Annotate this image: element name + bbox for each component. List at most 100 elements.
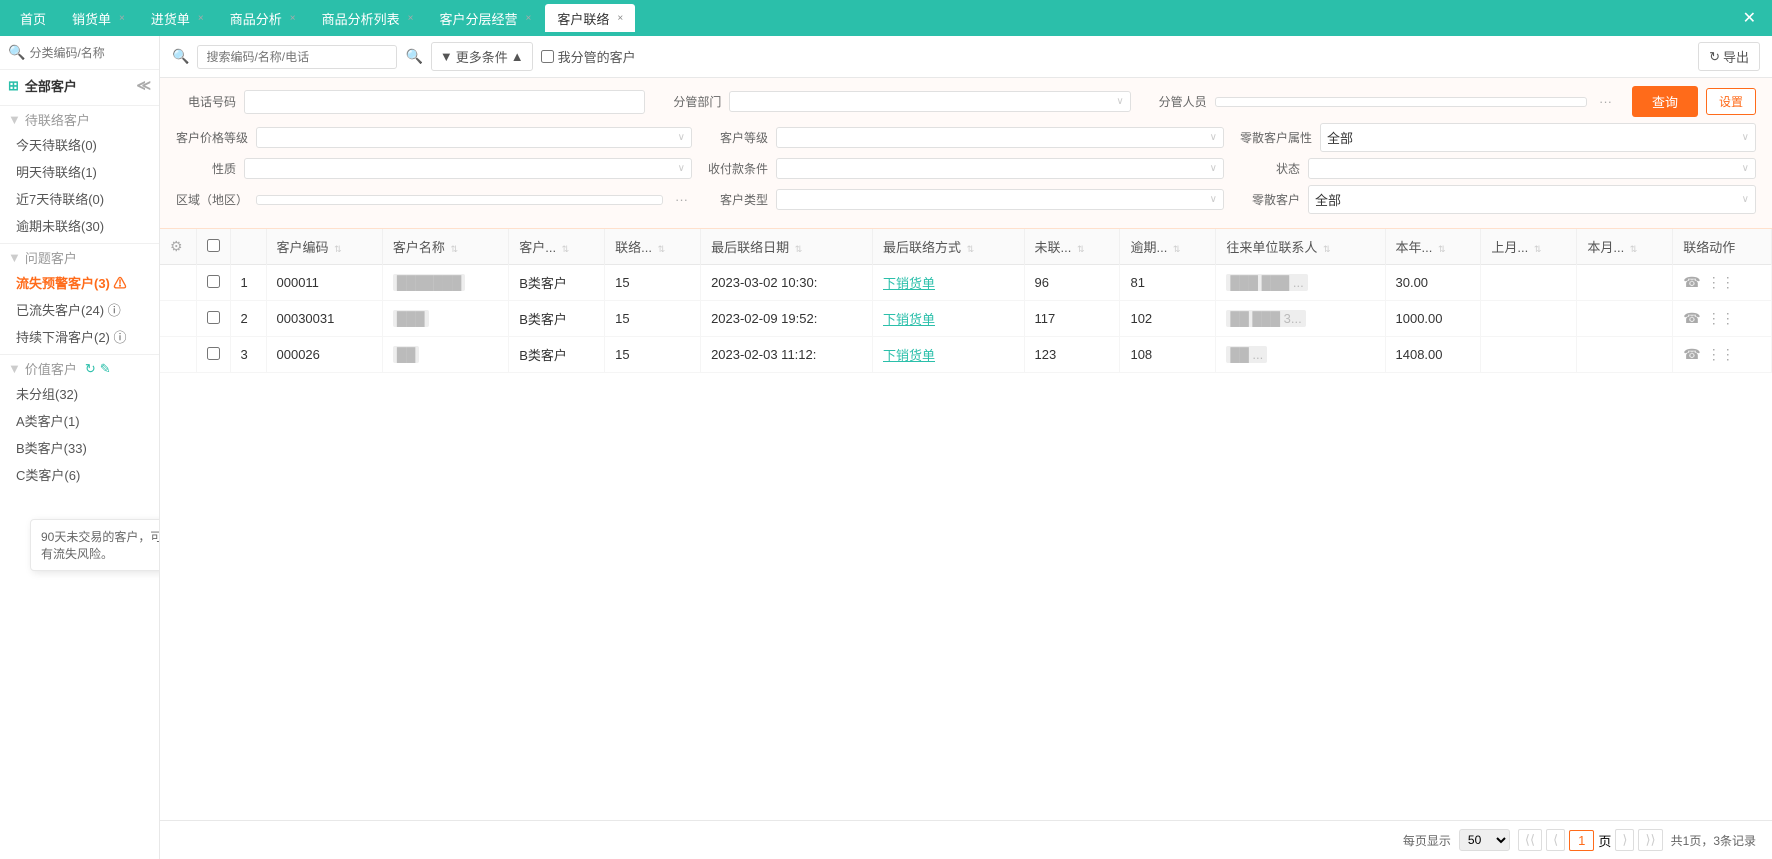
page-size-select[interactable]: 50 100 200 [1459,829,1510,851]
more-action-icon-2[interactable]: ⋮⋮ [1707,346,1735,363]
sidebar-search-icon: 🔍 [8,44,25,61]
sidebar-item-a-class[interactable]: A类客户(1) [0,407,159,434]
th-contacts[interactable]: 联络... ⇅ [605,229,701,265]
contacts-sort-icon: ⇅ [658,244,666,254]
row-checkbox-2[interactable] [207,347,220,360]
close-sales-icon[interactable]: × [119,13,125,24]
th-last-date[interactable]: 最后联络日期 ⇅ [701,229,873,265]
td-last-method-1[interactable]: 下销货单 [873,301,1025,337]
sidebar-item-week-contact[interactable]: 近7天待联络(0) [0,185,159,212]
td-gear-0 [160,265,196,301]
filter-nature-select[interactable]: ∨ [244,158,692,179]
th-type[interactable]: 客户... ⇅ [509,229,605,265]
sidebar-search-input[interactable] [29,46,160,60]
filter-customer-type-select[interactable]: ∨ [776,189,1224,210]
nav-sales[interactable]: 销货单 × [60,4,137,32]
export-button[interactable]: ↻ 导出 [1698,42,1760,71]
th-code[interactable]: 客户编码 ⇅ [266,229,382,265]
th-seq [230,229,266,265]
sidebar-item-overdue-contact[interactable]: 逾期未联络(30) [0,212,159,239]
nav-product-analysis-list[interactable]: 商品分析列表 × [310,4,426,32]
sidebar-item-c-class[interactable]: C类客户(6) [0,461,159,488]
close-product-analysis-list-icon[interactable]: × [408,13,414,24]
filter-customer-level-select[interactable]: ∨ [776,127,1224,148]
nav-product-analysis[interactable]: 商品分析 × [218,4,308,32]
td-name-2: ██ [382,337,508,373]
query-button[interactable]: 查询 [1632,86,1698,117]
refresh-value-icon[interactable]: ↻ [85,361,96,377]
th-unit-contact[interactable]: 往来单位联系人 ⇅ [1216,229,1385,265]
filter-phone-label: 电话号码 [176,93,236,110]
more-conditions-button[interactable]: ▼ 更多条件 ▲ [431,42,533,71]
filter-row-3: 性质 ∨ 收付款条件 ∨ 状态 [176,158,1756,179]
sidebar-item-b-class[interactable]: B类客户(33) [0,434,159,461]
first-page-button[interactable]: ⟨⟨ [1518,829,1542,851]
filter-search-input[interactable] [197,45,397,69]
sidebar-item-tomorrow-contact[interactable]: 明天待联络(1) [0,158,159,185]
close-product-analysis-icon[interactable]: × [290,13,296,24]
last-method-link-2[interactable]: 下销货单 [883,348,935,363]
close-all-button[interactable]: ✕ [1735,4,1764,32]
nav-purchase[interactable]: 进货单 × [139,4,216,32]
more-action-icon-1[interactable]: ⋮⋮ [1707,310,1735,327]
th-gear[interactable]: ⚙ [160,229,196,265]
th-this-month[interactable]: 本月... ⇅ [1577,229,1673,265]
row-checkbox-0[interactable] [207,275,220,288]
sidebar-all-customers[interactable]: ⊞ 全部客户 ≪ [0,70,159,101]
filter-dept-select[interactable]: ∨ [729,91,1130,112]
td-this-month-2 [1577,337,1673,373]
filter-payment-select[interactable]: ∨ [776,158,1224,179]
contact-action-icon-0[interactable]: ☎ [1683,274,1700,291]
sidebar-item-ungrouped[interactable]: 未分组(32) [0,380,159,407]
sidebar-item-churned[interactable]: 已流失客户(24) ⓘ [0,296,159,323]
sidebar-item-churn-warning[interactable]: 流失预警客户(3) ⚠ [0,269,159,296]
td-last-method-0[interactable]: 下销货单 [873,265,1025,301]
th-this-year[interactable]: 本年... ⇅ [1385,229,1481,265]
filter-search-button[interactable]: 🔍 [405,48,422,65]
contact-action-icon-1[interactable]: ☎ [1683,310,1700,327]
td-overdue-2: 108 [1120,337,1216,373]
select-all-checkbox[interactable] [207,239,220,252]
prev-page-button[interactable]: ⟨ [1546,829,1565,851]
my-customers-checkbox[interactable]: 我分管的客户 [541,47,636,66]
settings-button[interactable]: 设置 [1706,88,1756,115]
filter-price-level-select[interactable]: ∨ [256,127,692,148]
th-name[interactable]: 客户名称 ⇅ [382,229,508,265]
sidebar: 🔍 ⊞ 全部客户 ≪ ▼ 待联络客户 今天待联络(0) 明天待联络(1) 近7天… [0,36,160,859]
sidebar-item-declining[interactable]: 持续下滑客户(2) ⓘ [0,323,159,350]
th-overdue[interactable]: 逾期... ⇅ [1120,229,1216,265]
sidebar-item-today-contact[interactable]: 今天待联络(0) [0,131,159,158]
nav-customer-tier[interactable]: 客户分层经营 × [427,4,543,32]
close-customer-contact-icon[interactable]: × [617,13,623,24]
filter-retail-attr-select[interactable]: 全部 ∨ [1320,123,1756,152]
th-uncontacted[interactable]: 未联... ⇅ [1024,229,1120,265]
td-last-method-2[interactable]: 下销货单 [873,337,1025,373]
filter-manager-select[interactable] [1215,97,1587,107]
last-page-button[interactable]: ⟩⟩ [1638,829,1662,851]
td-unit-contact-0: ███ ███ ... [1216,265,1385,301]
region-more-icon[interactable]: ··· [671,188,692,211]
nav-home[interactable]: 首页 [8,4,58,32]
more-action-icon-0[interactable]: ⋮⋮ [1707,274,1735,291]
edit-value-icon[interactable]: ✎ [100,361,111,377]
filter-region-select[interactable] [256,195,663,205]
last-method-link-1[interactable]: 下销货单 [883,312,935,327]
th-last-month[interactable]: 上月... ⇅ [1481,229,1577,265]
row-checkbox-1[interactable] [207,311,220,324]
td-gear-1 [160,301,196,337]
td-uncontacted-2: 123 [1024,337,1120,373]
filter-phone-input[interactable] [244,90,645,114]
gear-icon[interactable]: ⚙ [170,238,183,254]
filter-status-select[interactable]: ∨ [1308,158,1756,179]
next-page-button[interactable]: ⟩ [1615,829,1634,851]
last-method-link-0[interactable]: 下销货单 [883,276,935,291]
td-this-month-1 [1577,301,1673,337]
filter-retail-customer-select[interactable]: 全部 ∨ [1308,185,1756,214]
manager-more-icon[interactable]: ··· [1595,90,1616,113]
nav-customer-contact[interactable]: 客户联络 × [545,4,635,32]
close-customer-tier-icon[interactable]: × [525,13,531,24]
my-customers-check[interactable] [541,50,554,63]
contact-action-icon-2[interactable]: ☎ [1683,346,1700,363]
th-last-method[interactable]: 最后联络方式 ⇅ [873,229,1025,265]
close-purchase-icon[interactable]: × [198,13,204,24]
